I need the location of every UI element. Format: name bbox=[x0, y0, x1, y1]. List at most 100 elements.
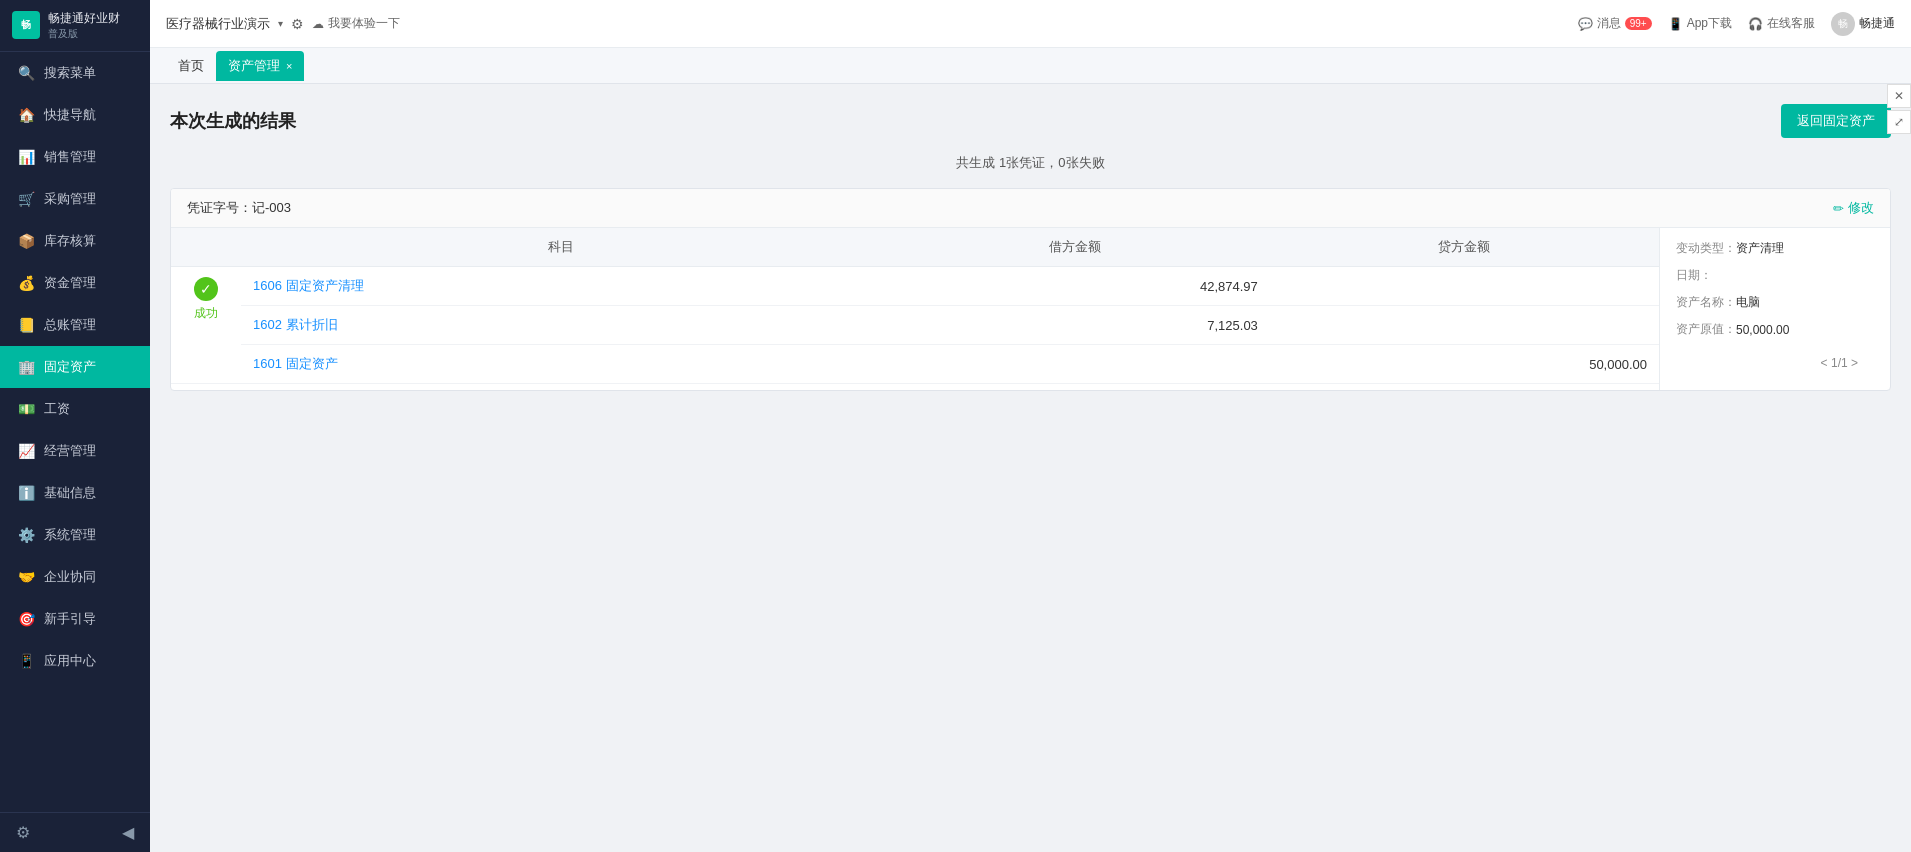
sidebar-icon-guide: 🎯 bbox=[16, 611, 36, 627]
sidebar-label-fixedasset: 固定资产 bbox=[44, 358, 96, 376]
edit-button[interactable]: ✏ 修改 bbox=[1833, 199, 1874, 217]
sidebar-item-fixedasset[interactable]: 🏢 固定资产 bbox=[0, 346, 150, 388]
feedback-btn[interactable]: ☁ 我要体验一下 bbox=[312, 15, 400, 32]
sidebar-icon-enterprise: 🤝 bbox=[16, 569, 36, 585]
sidebar-item-basicinfo[interactable]: ℹ️ 基础信息 bbox=[0, 472, 150, 514]
sidebar-icon-inventory: 📦 bbox=[16, 233, 36, 249]
company-name: 医疗器械行业演示 bbox=[166, 15, 270, 33]
app-download-label: App下载 bbox=[1687, 15, 1732, 32]
sidebar-item-enterprise[interactable]: 🤝 企业协同 bbox=[0, 556, 150, 598]
pagination-next[interactable]: > bbox=[1851, 356, 1858, 370]
sidebar-item-sysmanage[interactable]: ⚙️ 系统管理 bbox=[0, 514, 150, 556]
credit-cell bbox=[1270, 267, 1659, 306]
debit-cell bbox=[881, 345, 1270, 384]
sidebar-item-guide[interactable]: 🎯 新手引导 bbox=[0, 598, 150, 640]
sidebar-label-sales: 销售管理 bbox=[44, 148, 96, 166]
change-type-value: 资产清理 bbox=[1736, 240, 1784, 257]
settings-icon[interactable]: ⚙ bbox=[16, 823, 30, 842]
detail-asset-name: 资产名称： 电脑 bbox=[1676, 294, 1874, 311]
messages-btn[interactable]: 💬 消息 99+ bbox=[1578, 15, 1652, 32]
sidebar-item-inventory[interactable]: 📦 库存核算 bbox=[0, 220, 150, 262]
messages-icon: 💬 bbox=[1578, 17, 1593, 31]
sidebar-icon-search: 🔍 bbox=[16, 65, 36, 81]
topbar-right: 💬 消息 99+ 📱 App下载 🎧 在线客服 畅 畅捷通 bbox=[1578, 12, 1895, 36]
sidebar-item-quicknav[interactable]: 🏠 快捷导航 bbox=[0, 94, 150, 136]
online-service-btn[interactable]: 🎧 在线客服 bbox=[1748, 15, 1815, 32]
voucher-card: 凭证字号：记-003 ✏ 修改 科目 借方金额 贷方金额 bbox=[170, 188, 1891, 391]
sidebar-icon-salary: 💵 bbox=[16, 401, 36, 417]
panel-expand-btn[interactable]: ⤢ bbox=[1887, 110, 1911, 134]
original-value-label: 资产原值： bbox=[1676, 321, 1736, 338]
table-row: ✓ 成功 1606 固定资产清理 42,874.97 bbox=[171, 267, 1659, 306]
detail-date: 日期： bbox=[1676, 267, 1874, 284]
sidebar-icon-operations: 📈 bbox=[16, 443, 36, 459]
pagination-prev[interactable]: < bbox=[1821, 356, 1828, 370]
messages-label: 消息 bbox=[1597, 15, 1621, 32]
tab-asset-label: 资产管理 bbox=[228, 57, 280, 75]
company-dropdown-icon[interactable]: ▾ bbox=[278, 18, 283, 29]
sidebar-logo: 畅 畅捷通好业财 普及版 bbox=[0, 0, 150, 52]
phone-icon: 📱 bbox=[1668, 17, 1683, 31]
result-summary: 共生成 1张凭证，0张失败 bbox=[170, 154, 1891, 172]
original-value-value: 50,000.00 bbox=[1736, 323, 1789, 337]
user-menu[interactable]: 畅 畅捷通 bbox=[1831, 12, 1895, 36]
username-label: 畅捷通 bbox=[1859, 15, 1895, 32]
feedback-icon: ☁ bbox=[312, 17, 324, 31]
sidebar-label-guide: 新手引导 bbox=[44, 610, 96, 628]
voucher-body: 科目 借方金额 贷方金额 ✓ 成功 1606 固定资产清理 42,874.97 … bbox=[171, 228, 1890, 390]
tab-close-icon[interactable]: × bbox=[286, 60, 292, 72]
credit-cell bbox=[1270, 306, 1659, 345]
sidebar-label-purchase: 采购管理 bbox=[44, 190, 96, 208]
online-service-label: 在线客服 bbox=[1767, 15, 1815, 32]
sidebar-label-salary: 工资 bbox=[44, 400, 70, 418]
success-icon: ✓ bbox=[194, 277, 218, 301]
subject-cell: 1606 固定资产清理 bbox=[241, 267, 881, 306]
success-text: 成功 bbox=[183, 305, 229, 322]
subject-cell: 1601 固定资产 bbox=[241, 345, 881, 384]
main-area: 医疗器械行业演示 ▾ ⚙ ☁ 我要体验一下 💬 消息 99+ 📱 App下载 🎧… bbox=[150, 0, 1911, 852]
tab-home[interactable]: 首页 bbox=[166, 51, 216, 81]
tab-asset-management[interactable]: 资产管理 × bbox=[216, 51, 304, 81]
headset-icon: 🎧 bbox=[1748, 17, 1763, 31]
subject-cell: 1602 累计折旧 bbox=[241, 306, 881, 345]
sidebar-item-sales[interactable]: 📊 销售管理 bbox=[0, 136, 150, 178]
collapse-icon[interactable]: ◀ bbox=[122, 823, 134, 842]
col-credit: 贷方金额 bbox=[1270, 228, 1659, 267]
app-logo-icon: 畅 bbox=[12, 11, 40, 39]
sidebar-item-salary[interactable]: 💵 工资 bbox=[0, 388, 150, 430]
sidebar-item-ledger[interactable]: 📒 总账管理 bbox=[0, 304, 150, 346]
page-header: 本次生成的结果 返回固定资产 bbox=[170, 104, 1891, 138]
sidebar-item-operations[interactable]: 📈 经营管理 bbox=[0, 430, 150, 472]
sidebar-footer: ⚙ ◀ bbox=[0, 812, 150, 852]
voucher-detail: 变动类型： 资产清理 日期： 资产名称： 电脑 资产原值： 50,000.00 bbox=[1660, 228, 1890, 390]
sidebar-item-search[interactable]: 🔍 搜索菜单 bbox=[0, 52, 150, 94]
sidebar-label-appcenter: 应用中心 bbox=[44, 652, 96, 670]
col-subject: 科目 bbox=[241, 228, 881, 267]
sidebar-label-basicinfo: 基础信息 bbox=[44, 484, 96, 502]
panel-close-btn[interactable]: ✕ bbox=[1887, 84, 1911, 108]
feedback-label: 我要体验一下 bbox=[328, 15, 400, 32]
sidebar-label-sysmanage: 系统管理 bbox=[44, 526, 96, 544]
app-edition: 普及版 bbox=[48, 27, 120, 41]
sidebar-nav: 🔍 搜索菜单 🏠 快捷导航 📊 销售管理 🛒 采购管理 📦 库存核算 💰 资金管… bbox=[0, 52, 150, 812]
topbar: 医疗器械行业演示 ▾ ⚙ ☁ 我要体验一下 💬 消息 99+ 📱 App下载 🎧… bbox=[150, 0, 1911, 48]
topbar-gear-icon[interactable]: ⚙ bbox=[291, 16, 304, 32]
sidebar-item-appcenter[interactable]: 📱 应用中心 bbox=[0, 640, 150, 682]
sidebar-item-capital[interactable]: 💰 资金管理 bbox=[0, 262, 150, 304]
success-cell: ✓ 成功 bbox=[171, 267, 241, 384]
panel-controls: ✕ ⤢ bbox=[1887, 84, 1911, 134]
page-content: 本次生成的结果 返回固定资产 共生成 1张凭证，0张失败 凭证字号：记-003 … bbox=[150, 84, 1911, 852]
voucher-header: 凭证字号：记-003 ✏ 修改 bbox=[171, 189, 1890, 228]
pagination-info: 1/1 bbox=[1831, 356, 1851, 370]
page-title: 本次生成的结果 bbox=[170, 109, 296, 133]
messages-badge: 99+ bbox=[1625, 17, 1652, 30]
topbar-left: 医疗器械行业演示 ▾ ⚙ ☁ 我要体验一下 bbox=[166, 15, 400, 33]
detail-change-type: 变动类型： 资产清理 bbox=[1676, 240, 1874, 257]
sidebar-item-purchase[interactable]: 🛒 采购管理 bbox=[0, 178, 150, 220]
app-download-btn[interactable]: 📱 App下载 bbox=[1668, 15, 1732, 32]
date-label: 日期： bbox=[1676, 267, 1731, 284]
return-fixed-asset-button[interactable]: 返回固定资产 bbox=[1781, 104, 1891, 138]
sidebar-label-search: 搜索菜单 bbox=[44, 64, 96, 82]
sidebar-label-quicknav: 快捷导航 bbox=[44, 106, 96, 124]
user-avatar: 畅 bbox=[1831, 12, 1855, 36]
